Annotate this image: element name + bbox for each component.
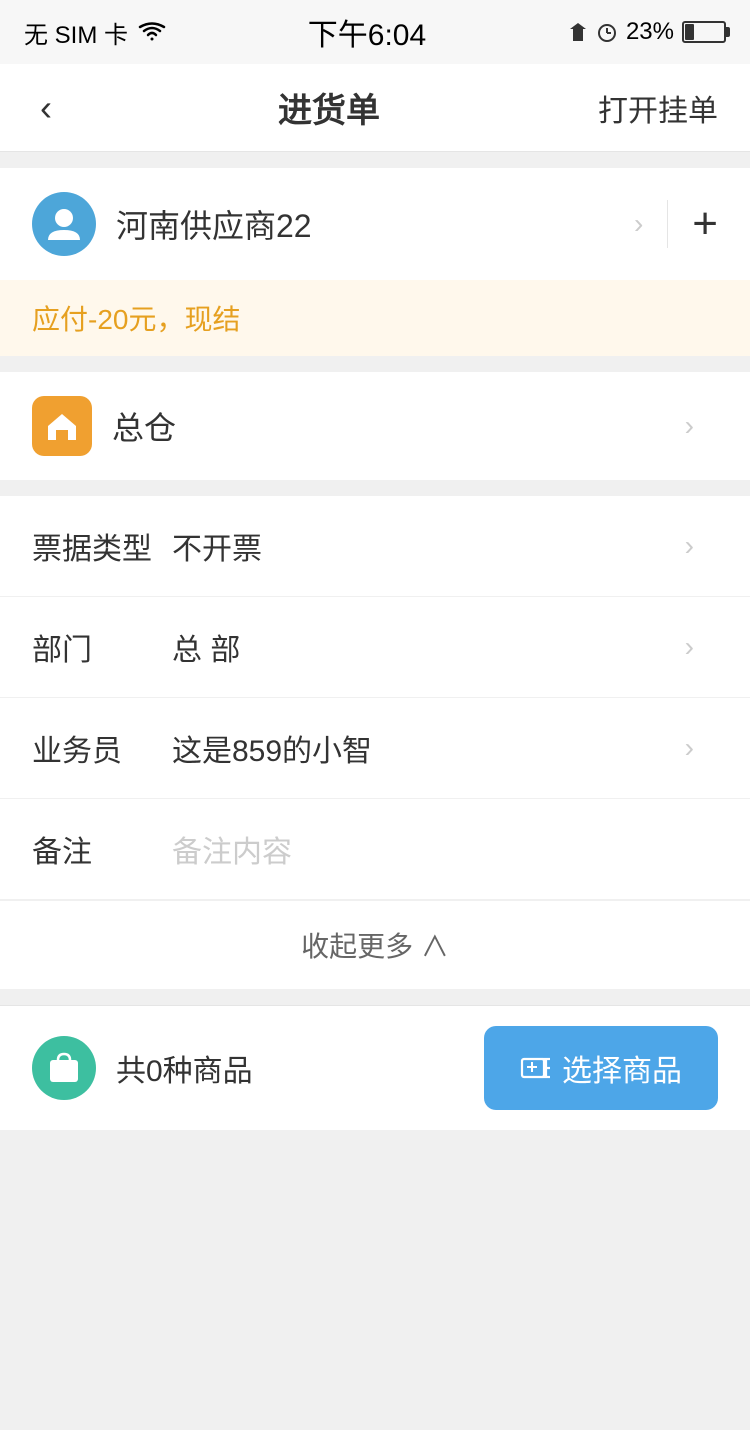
collapse-label: 收起更多 ∧ bbox=[301, 925, 449, 965]
open-pending-button[interactable]: 打开挂单 bbox=[598, 86, 718, 130]
supplier-name: 河南供应商22 bbox=[116, 201, 634, 247]
invoice-type-row[interactable]: 票据类型 不开票 › bbox=[0, 496, 750, 597]
wifi-icon bbox=[138, 21, 166, 43]
select-product-icon bbox=[520, 1053, 550, 1083]
supplier-divider bbox=[667, 200, 668, 248]
gray-bottom bbox=[0, 1130, 750, 1430]
warehouse-section: 总仓 › bbox=[0, 372, 750, 480]
remark-row[interactable]: 备注 备注内容 bbox=[0, 799, 750, 900]
supplier-chevron: › bbox=[634, 208, 643, 240]
warehouse-chevron: › bbox=[685, 410, 694, 442]
add-supplier-button[interactable]: + bbox=[692, 202, 718, 246]
salesperson-chevron: › bbox=[685, 732, 694, 764]
salesperson-value: 这是859的小智 bbox=[152, 726, 685, 770]
collapse-toggle[interactable]: 收起更多 ∧ bbox=[0, 900, 750, 989]
battery-icon bbox=[682, 21, 726, 43]
invoice-type-label: 票据类型 bbox=[32, 524, 152, 568]
invoice-type-value: 不开票 bbox=[152, 524, 685, 568]
product-icon-wrap bbox=[32, 1036, 96, 1100]
supplier-row[interactable]: 河南供应商22 › + bbox=[0, 168, 750, 280]
department-chevron: › bbox=[685, 631, 694, 663]
status-right: 23% bbox=[568, 18, 726, 46]
warehouse-row[interactable]: 总仓 › bbox=[0, 372, 750, 480]
warehouse-icon-wrap bbox=[32, 396, 92, 456]
nav-bar: ‹ 进货单 打开挂单 bbox=[0, 64, 750, 152]
salesperson-row[interactable]: 业务员 这是859的小智 › bbox=[0, 698, 750, 799]
battery-percent: 23% bbox=[626, 18, 674, 46]
location-icon bbox=[568, 21, 588, 43]
content: 河南供应商22 › + 应付-20元，现结 总仓 › 票据类型 不开票 › bbox=[0, 152, 750, 1430]
remark-label: 备注 bbox=[32, 827, 152, 871]
supplier-section: 河南供应商22 › + 应付-20元，现结 bbox=[0, 168, 750, 356]
sim-status: 无 SIM 卡 bbox=[24, 15, 128, 50]
department-row[interactable]: 部门 总 部 › bbox=[0, 597, 750, 698]
remark-placeholder[interactable]: 备注内容 bbox=[152, 827, 718, 871]
status-time: 下午6:04 bbox=[308, 10, 426, 54]
home-icon bbox=[44, 408, 80, 444]
product-icon bbox=[46, 1050, 82, 1086]
supplier-avatar bbox=[32, 192, 96, 256]
select-product-label: 选择商品 bbox=[562, 1046, 682, 1090]
department-value: 总 部 bbox=[152, 625, 685, 669]
status-bar: 无 SIM 卡 下午6:04 23% bbox=[0, 0, 750, 64]
product-count: 共0种商品 bbox=[116, 1046, 464, 1090]
person-icon bbox=[44, 204, 84, 244]
bottom-bar: 共0种商品 选择商品 bbox=[0, 1005, 750, 1130]
page-title: 进货单 bbox=[278, 83, 380, 132]
back-button[interactable]: ‹ bbox=[32, 79, 60, 137]
status-left: 无 SIM 卡 bbox=[24, 15, 166, 50]
warehouse-name: 总仓 bbox=[112, 403, 685, 449]
alarm-icon bbox=[596, 21, 618, 43]
salesperson-label: 业务员 bbox=[32, 726, 152, 770]
invoice-type-chevron: › bbox=[685, 530, 694, 562]
department-label: 部门 bbox=[32, 625, 152, 669]
section-gap bbox=[0, 152, 750, 168]
select-product-button[interactable]: 选择商品 bbox=[484, 1026, 718, 1110]
form-section: 票据类型 不开票 › 部门 总 部 › 业务员 这是859的小智 › 备注 备注… bbox=[0, 496, 750, 989]
notice-banner: 应付-20元，现结 bbox=[0, 280, 750, 356]
